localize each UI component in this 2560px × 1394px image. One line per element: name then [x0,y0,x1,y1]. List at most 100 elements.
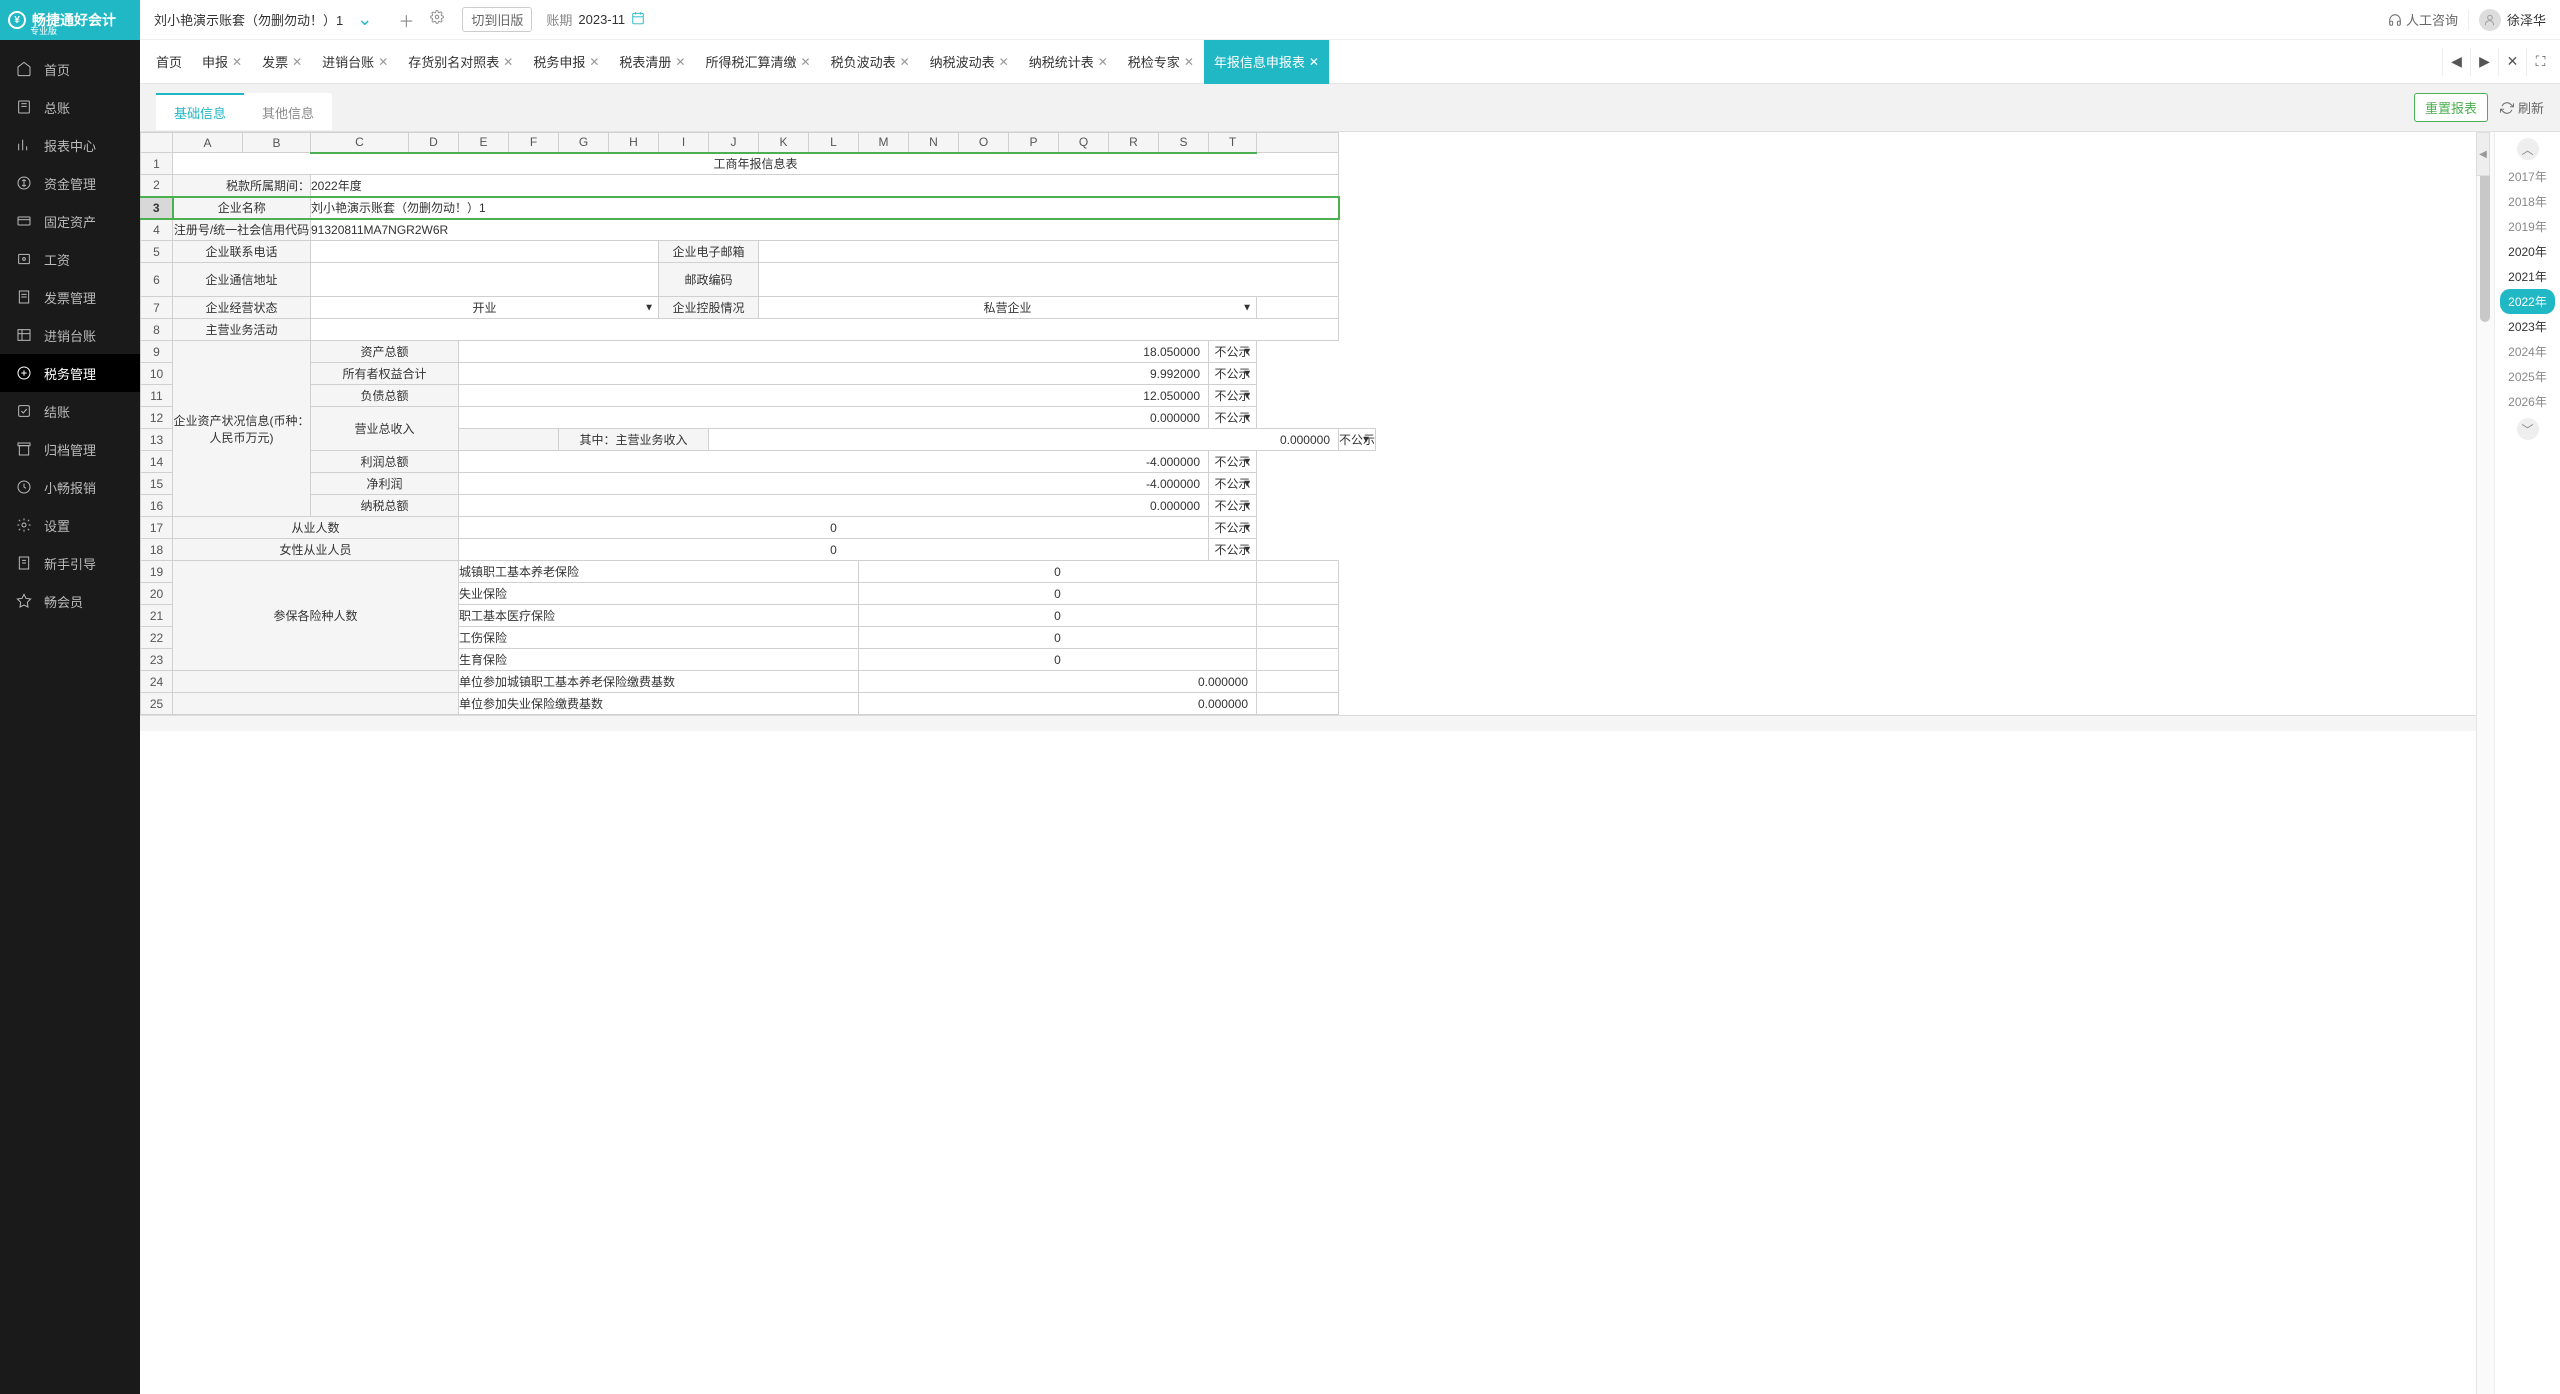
tab-close-all-icon[interactable]: ✕ [2498,48,2526,76]
publish-dropdown[interactable]: 不公示▼ [1339,429,1376,451]
fullscreen-icon[interactable]: ⛶ [2526,48,2554,76]
vertical-scrollbar[interactable]: ◀ [2476,132,2494,1394]
nav-settings[interactable]: 设置 [0,506,140,544]
col-head[interactable]: S [1159,133,1209,153]
nav-guide[interactable]: 新手引导 [0,544,140,582]
year-down-icon[interactable]: ﹀ [2517,418,2539,440]
year-item[interactable]: 2024年 [2500,339,2555,364]
asset-row-value[interactable]: 0.000000 [459,407,1209,429]
row-head[interactable]: 22 [141,627,173,649]
col-head[interactable]: K [759,133,809,153]
ins-row-value[interactable]: 0 [859,649,1257,671]
tab-close-icon[interactable]: ✕ [999,55,1009,69]
collapse-year-panel-icon[interactable]: ◀ [2476,132,2490,176]
femp-value-cell[interactable]: 0 [459,539,1209,561]
asset-row-value[interactable]: 18.050000 [459,341,1209,363]
nav-ledger[interactable]: 总账 [0,88,140,126]
calendar-icon[interactable] [631,11,645,28]
tab-close-icon[interactable]: ✕ [378,55,388,69]
row-head[interactable]: 1 [141,153,173,175]
nav-asset[interactable]: 固定资产 [0,202,140,240]
regno-value-cell[interactable]: 91320811MA7NGR2W6R [311,219,1339,241]
sheet-scroll[interactable]: ABCDEFGHIJKLMNOPQRST1工商年报信息表2税款所属期间：2022… [140,132,2476,1394]
col-head[interactable]: M [859,133,909,153]
row-head[interactable]: 21 [141,605,173,627]
row-head[interactable]: 23 [141,649,173,671]
publish-dropdown[interactable]: 不公示▼ [1209,517,1257,539]
row-head[interactable]: 18 [141,539,173,561]
email-value-cell[interactable] [759,241,1339,263]
subtab-other[interactable]: 其他信息 [244,93,332,130]
nav-salary[interactable]: 工资 [0,240,140,278]
tab-close-icon[interactable]: ✕ [232,55,242,69]
row-head[interactable]: 16 [141,495,173,517]
publish-dropdown[interactable]: 不公示▼ [1209,341,1257,363]
publish-dropdown[interactable]: 不公示▼ [1209,495,1257,517]
publish-dropdown[interactable]: 不公示▼ [1209,539,1257,561]
tab-item[interactable]: 税务申报✕ [523,40,609,84]
add-icon[interactable]: ＋ [390,8,422,32]
user-menu[interactable]: 徐泽华 [2479,9,2546,31]
col-head[interactable]: H [609,133,659,153]
tab-close-icon[interactable]: ✕ [503,55,513,69]
consult-button[interactable]: 人工咨询 [2388,10,2458,29]
nav-close[interactable]: 结账 [0,392,140,430]
tab-item[interactable]: 税表清册✕ [609,40,695,84]
publish-dropdown[interactable]: 不公示▼ [1209,451,1257,473]
row-head[interactable]: 11 [141,385,173,407]
row-head[interactable]: 2 [141,175,173,197]
col-head[interactable]: O [959,133,1009,153]
tab-item[interactable]: 进销台账✕ [312,40,398,84]
year-item[interactable]: 2019年 [2500,214,2555,239]
ins-row-value[interactable]: 0 [859,561,1257,583]
refresh-button[interactable]: 刷新 [2500,98,2544,117]
asset-row-value[interactable]: 12.050000 [459,385,1209,407]
status-dropdown[interactable]: 开业▼ [311,297,659,319]
nav-tax[interactable]: 税务管理 [0,354,140,392]
year-item[interactable]: 2022年 [2500,289,2555,314]
row-head[interactable]: 14 [141,451,173,473]
row-head[interactable]: 12 [141,407,173,429]
tab-item[interactable]: 所得税汇算清缴✕ [695,40,820,84]
year-item[interactable]: 2020年 [2500,239,2555,264]
year-up-icon[interactable]: ︿ [2517,138,2539,160]
phone-value-cell[interactable] [311,241,659,263]
publish-dropdown[interactable]: 不公示▼ [1209,473,1257,495]
row-head[interactable]: 7 [141,297,173,319]
nav-report[interactable]: 报表中心 [0,126,140,164]
tab-close-icon[interactable]: ✕ [1184,55,1194,69]
col-head[interactable]: T [1209,133,1257,153]
tab-close-icon[interactable]: ✕ [675,55,685,69]
tab-next-icon[interactable]: ▶ [2470,48,2498,76]
tab-item[interactable]: 税检专家✕ [1118,40,1204,84]
col-head[interactable]: I [659,133,709,153]
year-item[interactable]: 2018年 [2500,189,2555,214]
tab-close-icon[interactable]: ✕ [801,55,811,69]
publish-dropdown[interactable]: 不公示▼ [1209,385,1257,407]
switch-old-version-button[interactable]: 切到旧版 [462,7,532,32]
nav-home[interactable]: 首页 [0,50,140,88]
row-head[interactable]: 25 [141,693,173,715]
col-head[interactable]: D [409,133,459,153]
col-head[interactable]: P [1009,133,1059,153]
tab-item[interactable]: 纳税统计表✕ [1019,40,1118,84]
tab-close-icon[interactable]: ✕ [292,55,302,69]
publish-dropdown[interactable]: 不公示▼ [1209,407,1257,429]
publish-dropdown[interactable]: 不公示▼ [1209,363,1257,385]
row-head[interactable]: 20 [141,583,173,605]
nav-purchasesale[interactable]: 进销台账 [0,316,140,354]
nav-xiaochang[interactable]: 小畅报销 [0,468,140,506]
tab-item[interactable]: 税负波动表✕ [821,40,920,84]
tab-item[interactable]: 首页 [146,40,192,84]
row-head[interactable]: 17 [141,517,173,539]
nav-invoice[interactable]: 发票管理 [0,278,140,316]
period-value[interactable]: 2023-11 [578,12,625,27]
ins-row-value[interactable]: 0 [859,627,1257,649]
tab-close-icon[interactable]: ✕ [900,55,910,69]
col-head[interactable]: A [173,133,243,153]
row-head[interactable]: 9 [141,341,173,363]
tab-close-icon[interactable]: ✕ [1098,55,1108,69]
tab-item[interactable]: 年报信息申报表✕ [1204,40,1329,84]
base-row-value[interactable]: 0.000000 [859,671,1257,693]
year-item[interactable]: 2026年 [2500,389,2555,414]
